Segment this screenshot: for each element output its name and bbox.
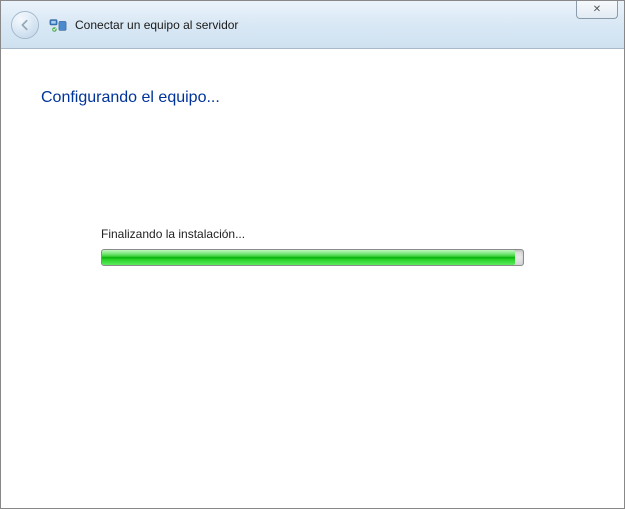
wizard-content: Configurando el equipo... Finalizando la… [1, 49, 624, 266]
arrow-left-icon [18, 18, 32, 32]
progress-section: Finalizando la instalación... [41, 227, 584, 266]
page-heading: Configurando el equipo... [41, 89, 584, 107]
wizard-title: Conectar un equipo al servidor [75, 18, 238, 32]
back-button [11, 11, 39, 39]
progress-status-text: Finalizando la instalación... [101, 227, 524, 241]
progress-bar [101, 249, 524, 266]
progress-fill [102, 250, 515, 265]
wizard-header: ✕ Conectar un equipo al servidor [1, 1, 624, 49]
close-button[interactable]: ✕ [576, 1, 618, 19]
server-connect-icon [49, 16, 67, 34]
close-icon: ✕ [593, 4, 601, 15]
